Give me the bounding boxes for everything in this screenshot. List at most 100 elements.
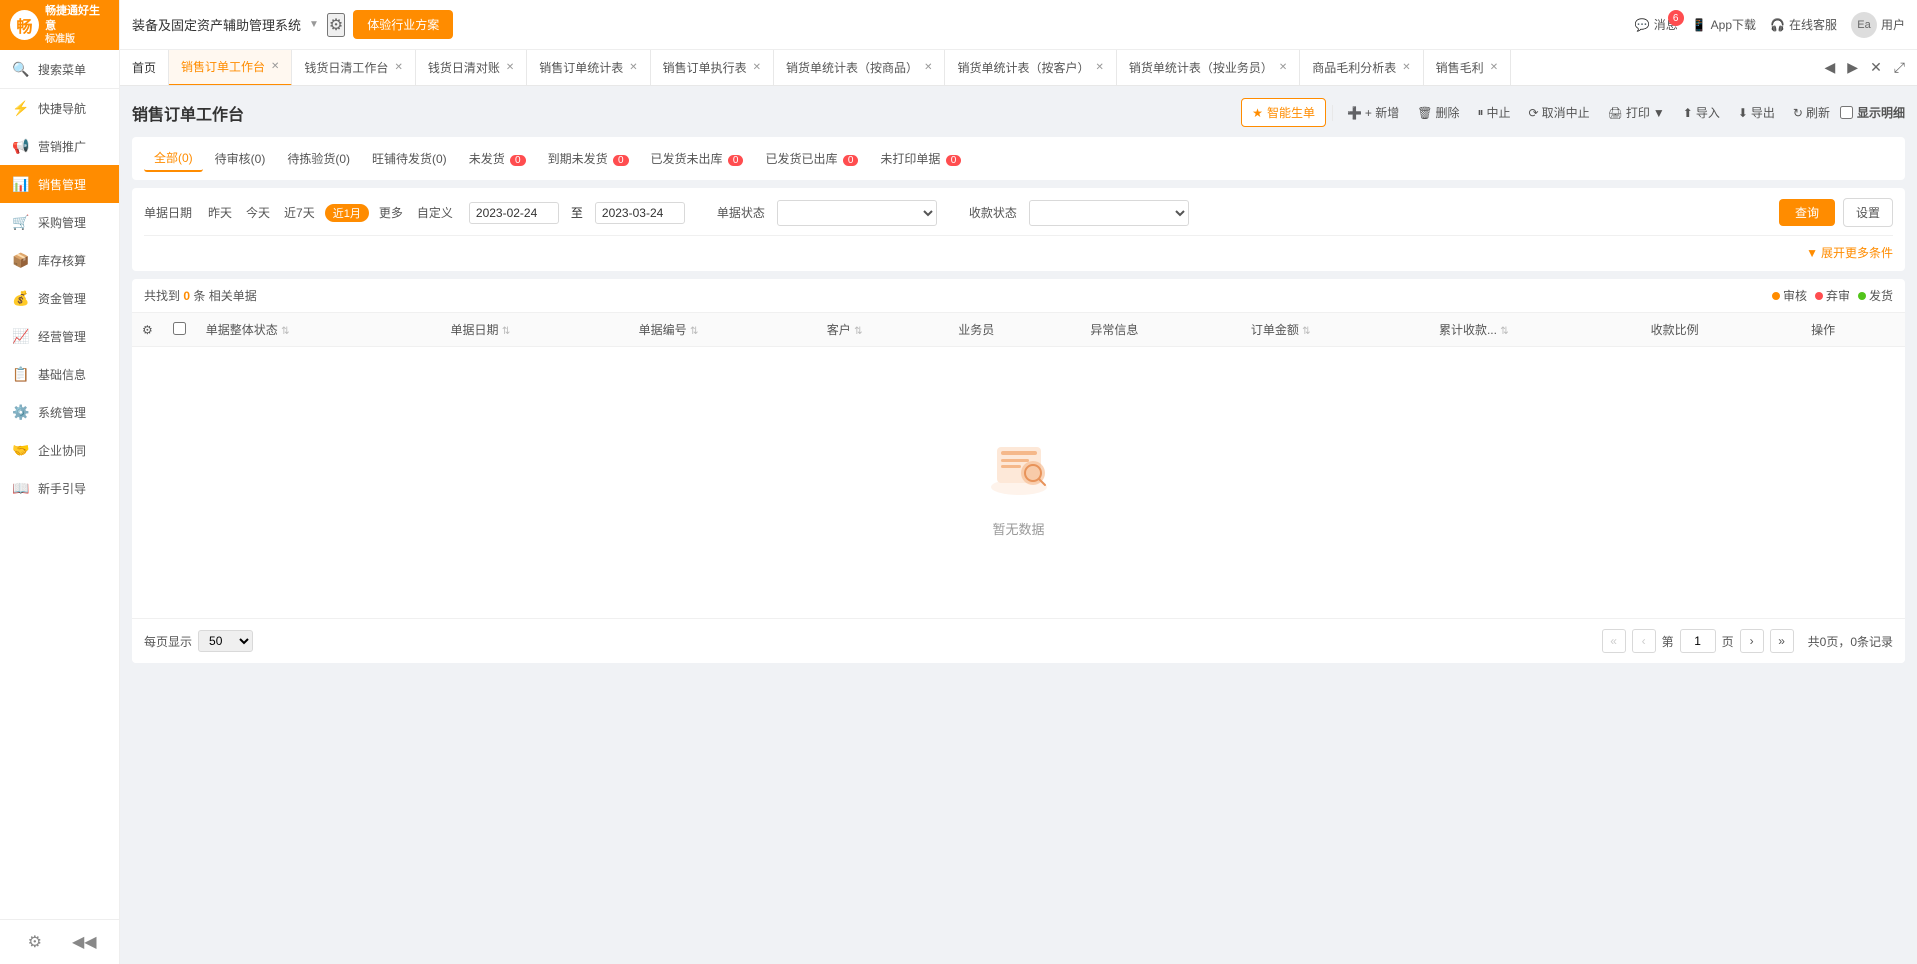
- sidebar-item-label: 搜索菜单: [38, 61, 86, 78]
- tabbar: 首页 销售订单工作台 ✕ 钱货日清工作台 ✕ 钱货日清对账 ✕ 销售订单统计表 …: [120, 50, 1917, 86]
- settings-button[interactable]: ⚙: [23, 930, 47, 954]
- user-button[interactable]: Ea 用户: [1851, 12, 1905, 38]
- sidebar-item-system[interactable]: ⚙️ 系统管理: [0, 393, 119, 431]
- cancel-suspend-button[interactable]: ⟳ 取消中止: [1521, 99, 1598, 126]
- date-to-input[interactable]: [595, 202, 685, 224]
- tab-close-icon[interactable]: ✕: [753, 62, 761, 73]
- tab-product-margin[interactable]: 商品毛利分析表 ✕: [1300, 50, 1423, 86]
- collapse-button[interactable]: ◀◀: [72, 930, 96, 954]
- app-download-label: App下载: [1711, 16, 1756, 33]
- app-logo: 畅 畅捷通好生意 标准版: [0, 0, 119, 50]
- tab-sales-summary-staff[interactable]: 销货单统计表（按业务员） ✕: [1117, 50, 1300, 86]
- payment-select[interactable]: [1029, 200, 1189, 226]
- print-button[interactable]: 🖨 打印 ▼: [1600, 99, 1673, 126]
- tab-close-icon[interactable]: ✕: [506, 62, 514, 73]
- show-detail-toggle[interactable]: 显示明细: [1840, 104, 1905, 121]
- tab-close-icon[interactable]: ✕: [629, 62, 637, 73]
- sidebar-item-sales[interactable]: 📊 销售管理: [0, 165, 119, 203]
- date-from-input[interactable]: [469, 202, 559, 224]
- tab-close-icon[interactable]: ✕: [924, 62, 932, 73]
- tab-sales-summary-product[interactable]: 销货单统计表（按商品） ✕: [774, 50, 945, 86]
- sidebar-item-cooperation[interactable]: 🤝 企业协同: [0, 431, 119, 469]
- filter-tab-pending-inspect[interactable]: 待拣验货(0): [277, 146, 360, 171]
- tab-cash-reconcile[interactable]: 钱货日清对账 ✕: [416, 50, 527, 86]
- filter-tab-not-shipped[interactable]: 未发货 0: [459, 146, 536, 171]
- tab-sales-exec[interactable]: 销售订单执行表 ✕: [651, 50, 774, 86]
- cancel-review-button[interactable]: 弃审: [1815, 287, 1850, 304]
- export-button[interactable]: ⬇ 导出: [1730, 99, 1783, 126]
- tab-close-icon[interactable]: ✕: [394, 62, 402, 73]
- page-next-button[interactable]: ›: [1740, 629, 1764, 653]
- sidebar-item-operation[interactable]: 📈 经营管理: [0, 317, 119, 355]
- tab-prev-button[interactable]: ◀: [1821, 57, 1840, 78]
- message-icon: 💬: [1635, 18, 1650, 32]
- tab-close-icon[interactable]: ✕: [1490, 62, 1498, 73]
- setting-button[interactable]: 设置: [1843, 198, 1893, 227]
- status-select[interactable]: [777, 200, 937, 226]
- tab-close-icon[interactable]: ✕: [1279, 62, 1287, 73]
- delete-button[interactable]: 🗑 删除: [1409, 99, 1467, 126]
- tab-cash-daily[interactable]: 钱货日清工作台 ✕: [292, 50, 415, 86]
- online-service-button[interactable]: 🎧 在线客服: [1770, 16, 1837, 33]
- tab-home[interactable]: 首页: [120, 50, 169, 86]
- sidebar-item-base-info[interactable]: 📋 基础信息: [0, 355, 119, 393]
- tab-close-icon[interactable]: ✕: [271, 61, 279, 72]
- sidebar-item-finance[interactable]: 💰 资金管理: [0, 279, 119, 317]
- date-yesterday[interactable]: 昨天: [204, 202, 236, 223]
- filter-tab-all[interactable]: 全部(0): [144, 145, 203, 172]
- suspend-button[interactable]: ⏸ 中止: [1470, 99, 1519, 126]
- tab-sales-profit[interactable]: 销售毛利 ✕: [1424, 50, 1511, 86]
- page-first-button[interactable]: «: [1602, 629, 1626, 653]
- experience-button[interactable]: 体验行业方案: [353, 10, 453, 39]
- date-1month[interactable]: 近1月: [325, 204, 369, 222]
- date-label: 单据日期: [144, 204, 192, 221]
- col-settings[interactable]: ⚙: [132, 313, 163, 347]
- app-download-button[interactable]: 📱 App下载: [1692, 16, 1756, 33]
- date-today[interactable]: 今天: [242, 202, 274, 223]
- settings-icon[interactable]: ⚙: [327, 13, 345, 37]
- shipped-out-badge: 0: [843, 155, 859, 166]
- tab-label: 销售毛利: [1436, 59, 1484, 76]
- smart-gen-button[interactable]: ★ 智能生单: [1241, 98, 1326, 127]
- tab-maximize-button[interactable]: ⤢: [1890, 57, 1909, 78]
- review-action-button[interactable]: 审核: [1772, 287, 1807, 304]
- filter-tab-wangpu-pending[interactable]: 旺铺待发货(0): [362, 146, 457, 171]
- sidebar-item-purchase[interactable]: 🛒 采购管理: [0, 203, 119, 241]
- filter-tab-shipped-out[interactable]: 已发货已出库 0: [755, 146, 868, 171]
- filter-tab-shipped-not-out[interactable]: 已发货未出库 0: [641, 146, 754, 171]
- ship-action-button[interactable]: 发货: [1858, 287, 1893, 304]
- tab-next-button[interactable]: ▶: [1843, 57, 1862, 78]
- page-size-select[interactable]: 10 20 50 100: [198, 630, 253, 652]
- col-checkbox[interactable]: [163, 313, 196, 347]
- filter-tab-pending-review[interactable]: 待审核(0): [205, 146, 276, 171]
- filter-tab-overdue[interactable]: 到期未发货 0: [538, 146, 639, 171]
- sidebar-item-label: 营销推广: [38, 138, 86, 155]
- query-button[interactable]: 查询: [1779, 199, 1835, 226]
- sidebar-item-quick-nav[interactable]: ⚡ 快捷导航: [0, 89, 119, 127]
- sidebar-item-guide[interactable]: 📖 新手引导: [0, 469, 119, 507]
- sidebar-item-search[interactable]: 🔍 搜索菜单: [0, 50, 119, 89]
- show-detail-checkbox[interactable]: [1840, 106, 1853, 119]
- tab-close-all-button[interactable]: ✕: [1866, 57, 1886, 78]
- expand-filters-button[interactable]: ▼ 展开更多条件: [1806, 244, 1893, 261]
- sidebar-item-inventory[interactable]: 📦 库存核算: [0, 241, 119, 279]
- message-button[interactable]: 💬 消息 6: [1635, 16, 1678, 33]
- page-last-button[interactable]: »: [1770, 629, 1794, 653]
- date-more[interactable]: 更多: [375, 202, 407, 223]
- tab-label: 销售订单统计表: [539, 59, 623, 76]
- new-button[interactable]: ➕ + 新增: [1339, 99, 1407, 126]
- page-prev-button[interactable]: ‹: [1632, 629, 1656, 653]
- date-7days[interactable]: 近7天: [280, 202, 319, 223]
- page-input[interactable]: [1680, 629, 1716, 653]
- tab-sales-stats[interactable]: 销售订单统计表 ✕: [527, 50, 650, 86]
- tab-sales-summary-customer[interactable]: 销货单统计表（按客户） ✕: [945, 50, 1116, 86]
- select-all-checkbox[interactable]: [173, 322, 186, 335]
- date-custom[interactable]: 自定义: [413, 202, 457, 223]
- tab-close-icon[interactable]: ✕: [1095, 62, 1103, 73]
- refresh-button[interactable]: ↻ 刷新: [1785, 99, 1838, 126]
- sidebar-item-marketing[interactable]: 📢 营销推广: [0, 127, 119, 165]
- import-button[interactable]: ⬆ 导入: [1675, 99, 1728, 126]
- filter-tab-not-printed[interactable]: 未打印单据 0: [870, 146, 971, 171]
- tab-sales-workbench[interactable]: 销售订单工作台 ✕: [169, 50, 292, 86]
- tab-close-icon[interactable]: ✕: [1402, 62, 1410, 73]
